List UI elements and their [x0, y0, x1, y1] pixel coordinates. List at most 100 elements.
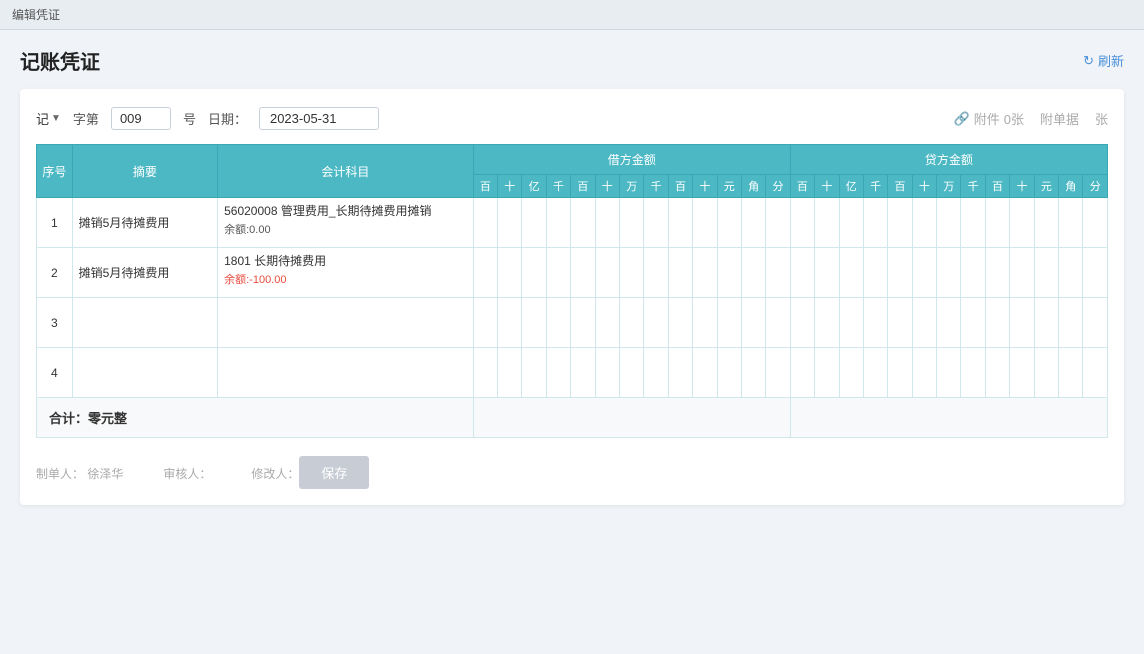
date-input[interactable] [259, 107, 379, 130]
credit-cell[interactable] [1010, 248, 1034, 298]
credit-cell[interactable] [961, 298, 985, 348]
credit-cell[interactable] [912, 298, 936, 348]
credit-cell[interactable] [1010, 298, 1034, 348]
debit-cell[interactable] [595, 348, 619, 398]
debit-cell[interactable] [498, 348, 522, 398]
credit-cell[interactable] [863, 248, 887, 298]
debit-cell[interactable] [693, 248, 717, 298]
debit-cell[interactable] [595, 198, 619, 248]
debit-cell[interactable] [668, 198, 692, 248]
credit-cell[interactable] [888, 348, 912, 398]
credit-cell[interactable] [912, 198, 936, 248]
debit-cell[interactable] [644, 298, 668, 348]
credit-cell[interactable] [961, 198, 985, 248]
credit-cell[interactable] [1059, 348, 1083, 398]
credit-cell[interactable] [790, 298, 814, 348]
debit-cell[interactable] [717, 298, 741, 348]
refresh-button[interactable]: ↻ 刷新 [1083, 51, 1124, 70]
debit-cell[interactable] [644, 348, 668, 398]
credit-cell[interactable] [888, 298, 912, 348]
debit-cell[interactable] [717, 198, 741, 248]
debit-cell[interactable] [741, 298, 765, 348]
debit-cell[interactable] [595, 298, 619, 348]
debit-cell[interactable] [473, 348, 497, 398]
credit-cell[interactable] [888, 248, 912, 298]
debit-cell[interactable] [693, 348, 717, 398]
debit-cell[interactable] [498, 198, 522, 248]
debit-cell[interactable] [717, 248, 741, 298]
credit-cell[interactable] [937, 248, 961, 298]
credit-cell[interactable] [790, 198, 814, 248]
debit-cell[interactable] [473, 248, 497, 298]
debit-cell[interactable] [595, 248, 619, 298]
save-button[interactable]: 保存 [299, 456, 369, 489]
credit-cell[interactable] [961, 348, 985, 398]
credit-cell[interactable] [815, 348, 839, 398]
row-summary[interactable]: 摊销5月待摊费用 [72, 198, 217, 248]
debit-cell[interactable] [522, 298, 546, 348]
credit-cell[interactable] [985, 348, 1009, 398]
debit-cell[interactable] [766, 198, 790, 248]
credit-cell[interactable] [815, 198, 839, 248]
debit-cell[interactable] [620, 298, 644, 348]
debit-cell[interactable] [571, 298, 595, 348]
debit-cell[interactable] [668, 348, 692, 398]
debit-cell[interactable] [766, 298, 790, 348]
debit-cell[interactable] [620, 198, 644, 248]
debit-cell[interactable] [498, 298, 522, 348]
debit-cell[interactable] [522, 348, 546, 398]
row-account[interactable] [218, 298, 474, 348]
debit-cell[interactable] [546, 348, 570, 398]
row-summary[interactable] [72, 348, 217, 398]
credit-cell[interactable] [985, 198, 1009, 248]
debit-cell[interactable] [741, 198, 765, 248]
credit-cell[interactable] [888, 198, 912, 248]
credit-cell[interactable] [1083, 298, 1108, 348]
row-summary[interactable]: 摊销5月待摊费用 [72, 248, 217, 298]
credit-cell[interactable] [1034, 248, 1058, 298]
debit-cell[interactable] [522, 248, 546, 298]
credit-cell[interactable] [1034, 298, 1058, 348]
credit-cell[interactable] [839, 348, 863, 398]
debit-cell[interactable] [741, 248, 765, 298]
debit-cell[interactable] [644, 198, 668, 248]
debit-cell[interactable] [644, 248, 668, 298]
debit-cell[interactable] [546, 198, 570, 248]
debit-cell[interactable] [693, 198, 717, 248]
debit-cell[interactable] [620, 248, 644, 298]
credit-cell[interactable] [1010, 198, 1034, 248]
credit-cell[interactable] [912, 348, 936, 398]
row-summary[interactable] [72, 298, 217, 348]
credit-cell[interactable] [863, 348, 887, 398]
voucher-number-input[interactable] [111, 107, 171, 130]
row-account[interactable]: 56020008 管理费用_长期待摊费用摊销余额:0.00 [218, 198, 474, 248]
row-account[interactable]: 1801 长期待摊费用余额:-100.00 [218, 248, 474, 298]
credit-cell[interactable] [985, 248, 1009, 298]
debit-cell[interactable] [571, 348, 595, 398]
credit-cell[interactable] [863, 298, 887, 348]
debit-cell[interactable] [766, 348, 790, 398]
credit-cell[interactable] [985, 298, 1009, 348]
credit-cell[interactable] [937, 348, 961, 398]
credit-cell[interactable] [815, 298, 839, 348]
credit-cell[interactable] [1059, 198, 1083, 248]
debit-cell[interactable] [522, 198, 546, 248]
attachment-link[interactable]: 🔗 附件 0张 [954, 109, 1024, 128]
credit-cell[interactable] [839, 298, 863, 348]
credit-cell[interactable] [937, 298, 961, 348]
credit-cell[interactable] [1034, 198, 1058, 248]
credit-cell[interactable] [1059, 248, 1083, 298]
debit-cell[interactable] [766, 248, 790, 298]
debit-cell[interactable] [498, 248, 522, 298]
credit-cell[interactable] [1010, 348, 1034, 398]
debit-cell[interactable] [546, 248, 570, 298]
credit-cell[interactable] [839, 248, 863, 298]
credit-cell[interactable] [790, 348, 814, 398]
credit-cell[interactable] [961, 248, 985, 298]
credit-cell[interactable] [863, 198, 887, 248]
debit-cell[interactable] [546, 298, 570, 348]
debit-cell[interactable] [741, 348, 765, 398]
debit-cell[interactable] [693, 298, 717, 348]
credit-cell[interactable] [912, 248, 936, 298]
credit-cell[interactable] [1083, 248, 1108, 298]
